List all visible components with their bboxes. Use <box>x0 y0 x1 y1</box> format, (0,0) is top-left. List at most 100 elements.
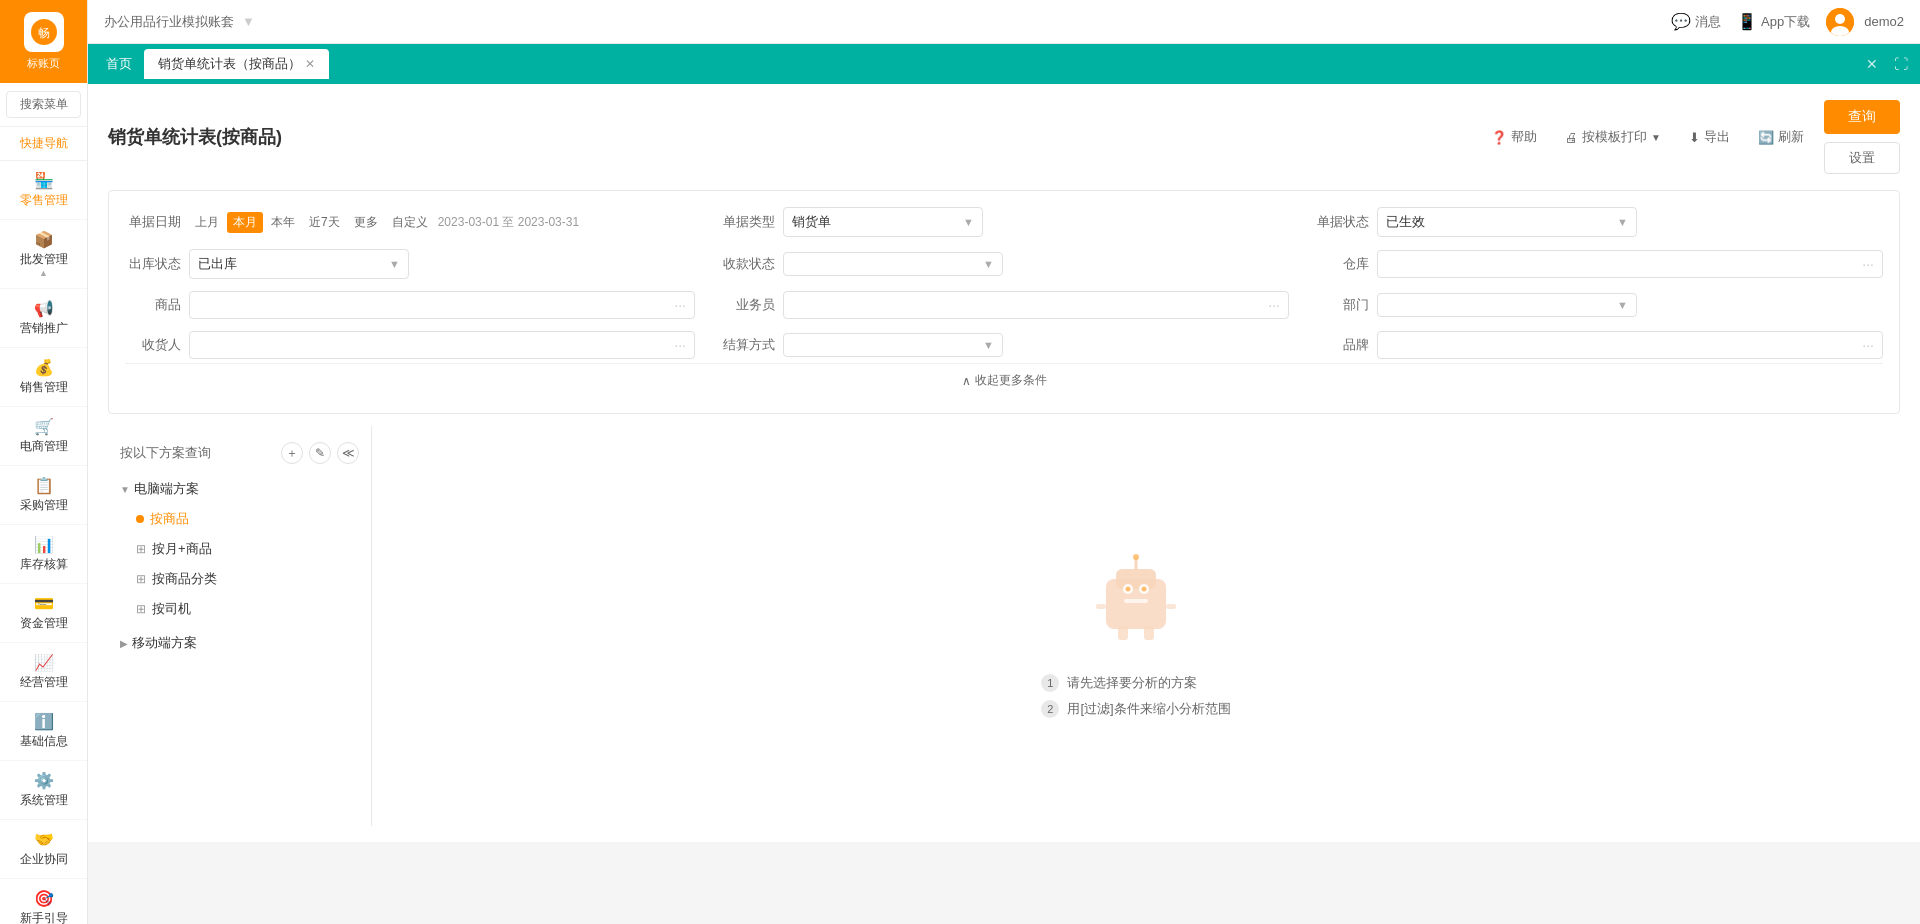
goods-dots-button[interactable]: ··· <box>674 297 686 313</box>
grid-icon-1: ⊞ <box>136 542 146 556</box>
quick-nav-button[interactable]: 快捷导航 <box>0 127 87 161</box>
app-download-button[interactable]: 📱 App下载 <box>1737 12 1810 31</box>
dept-select[interactable]: ▼ <box>1377 293 1637 317</box>
logo-text: 标账页 <box>27 56 60 71</box>
stock-select[interactable]: 已出库 ▼ <box>189 249 409 279</box>
newbie-icon: 🎯 <box>34 889 54 908</box>
tree-item-by-goods[interactable]: 按商品 <box>108 504 371 534</box>
settings-button[interactable]: 设置 <box>1824 142 1900 174</box>
collapse-bar[interactable]: ∧ 收起更多条件 <box>125 363 1883 397</box>
staff-label: 业务员 <box>719 296 775 314</box>
receiver-label: 收货人 <box>125 336 181 354</box>
dept-label: 部门 <box>1313 296 1369 314</box>
tab-home[interactable]: 首页 <box>96 49 142 79</box>
maximize-button[interactable]: ⛶ <box>1890 52 1912 76</box>
sidebar-item-label: 经营管理 <box>20 674 68 691</box>
goods-input[interactable]: ··· <box>189 291 695 319</box>
sidebar-item-sales[interactable]: 💰 销售管理 <box>0 348 87 407</box>
print-icon: 🖨 <box>1565 130 1578 145</box>
sidebar-item-marketing[interactable]: 📢 营销推广 <box>0 289 87 348</box>
finance-icon: 💳 <box>34 594 54 613</box>
print-dropdown-icon: ▼ <box>1651 132 1661 143</box>
sidebar-item-newbie[interactable]: 🎯 新手引导 <box>0 879 87 924</box>
type-select[interactable]: 销货单 ▼ <box>783 207 983 237</box>
payment-select[interactable]: ▼ <box>783 333 1003 357</box>
add-scheme-button[interactable]: ＋ <box>281 442 303 464</box>
message-icon: 💬 <box>1671 12 1691 31</box>
warehouse-dots-button[interactable]: ··· <box>1862 256 1874 272</box>
filter-receiver: 收货人 ··· <box>125 331 695 359</box>
sidebar-item-label: 批发管理 <box>20 251 68 268</box>
tree-item-by-category[interactable]: ⊞ 按商品分类 <box>108 564 371 594</box>
tree-expand-icon: ▼ <box>120 484 130 495</box>
collapse-panel-button[interactable]: ≪ <box>337 442 359 464</box>
brand-dots-button[interactable]: ··· <box>1862 337 1874 353</box>
print-button[interactable]: 🖨 按模板打印 ▼ <box>1557 124 1669 150</box>
staff-dots-button[interactable]: ··· <box>1268 297 1280 313</box>
sidebar-item-ecommerce[interactable]: 🛒 电商管理 <box>0 407 87 466</box>
stock-control: 已出库 ▼ <box>189 249 695 279</box>
sidebar-item-finance[interactable]: 💳 资金管理 <box>0 584 87 643</box>
warehouse-input[interactable]: ··· <box>1377 250 1883 278</box>
filter-row-3: 商品 ··· 业务员 ··· <box>125 291 1883 319</box>
search-menu-button[interactable]: 搜索菜单 <box>6 91 81 118</box>
tree-item-by-month-goods[interactable]: ⊞ 按月+商品 <box>108 534 371 564</box>
print-label: 按模板打印 <box>1582 128 1647 146</box>
content-area: 按以下方案查询 ＋ ✎ ≪ ▼ 电脑端方案 <box>108 426 1900 826</box>
retail-icon: 🏪 <box>34 171 54 190</box>
edit-scheme-button[interactable]: ✎ <box>309 442 331 464</box>
receipt-dropdown-icon: ▼ <box>983 258 994 270</box>
message-label: 消息 <box>1695 13 1721 31</box>
receiver-input[interactable]: ··· <box>189 331 695 359</box>
expand-icon: ▲ <box>39 268 48 278</box>
dept-control: ▼ <box>1377 293 1883 317</box>
date-tab-more[interactable]: 更多 <box>348 212 384 233</box>
tree-label-by-goods: 按商品 <box>150 510 189 528</box>
refresh-button[interactable]: 🔄 刷新 <box>1750 124 1812 150</box>
svg-point-3 <box>1835 14 1845 24</box>
breadcrumb-arrow: ▼ <box>242 14 255 29</box>
tree-item-mobile[interactable]: ▶ 移动端方案 <box>108 628 371 658</box>
purchase-icon: 📋 <box>34 476 54 495</box>
basic-icon: ℹ️ <box>34 712 54 731</box>
staff-input[interactable]: ··· <box>783 291 1289 319</box>
tab-sales-stats[interactable]: 销货单统计表（按商品） ✕ <box>144 49 329 79</box>
receiver-dots-button[interactable]: ··· <box>674 337 686 353</box>
close-tab-button[interactable]: ✕ <box>305 57 315 71</box>
left-panel-header: 按以下方案查询 ＋ ✎ ≪ <box>108 436 371 470</box>
filter-warehouse: 仓库 ··· <box>1313 250 1883 278</box>
date-tab-this-month[interactable]: 本月 <box>227 212 263 233</box>
sidebar-item-basic[interactable]: ℹ️ 基础信息 <box>0 702 87 761</box>
date-tab-custom[interactable]: 自定义 <box>386 212 434 233</box>
receipt-select[interactable]: ▼ <box>783 252 1003 276</box>
sidebar-item-wholesale[interactable]: 📦 批发管理 ▲ <box>0 220 87 289</box>
query-button[interactable]: 查询 <box>1824 100 1900 134</box>
sidebar-item-operation[interactable]: 📈 经营管理 <box>0 643 87 702</box>
help-button[interactable]: ❓ 帮助 <box>1483 124 1545 150</box>
tree-item-pc[interactable]: ▼ 电脑端方案 <box>108 474 371 504</box>
sidebar-item-purchase[interactable]: 📋 采购管理 <box>0 466 87 525</box>
svg-rect-16 <box>1118 626 1128 640</box>
tree-item-by-cashier[interactable]: ⊞ 按司机 <box>108 594 371 624</box>
brand-input[interactable]: ··· <box>1377 331 1883 359</box>
breadcrumb: 办公用品行业模拟账套 <box>104 13 234 31</box>
brand-control: ··· <box>1377 331 1883 359</box>
filter-dept: 部门 ▼ <box>1313 293 1883 317</box>
page-title-bar: 销货单统计表(按商品) ❓ 帮助 🖨 按模板打印 ▼ ⬇ 导出 <box>108 100 1900 174</box>
date-tab-this-year[interactable]: 本年 <box>265 212 301 233</box>
message-button[interactable]: 💬 消息 <box>1671 12 1721 31</box>
goods-control: ··· <box>189 291 695 319</box>
status-select[interactable]: 已生效 ▼ <box>1377 207 1637 237</box>
export-button[interactable]: ⬇ 导出 <box>1681 124 1738 150</box>
date-tab-prev-month[interactable]: 上月 <box>189 212 225 233</box>
sidebar-item-retail[interactable]: 🏪 零售管理 <box>0 161 87 220</box>
user-profile[interactable]: demo2 <box>1826 8 1904 36</box>
stock-label: 出库状态 <box>125 255 181 273</box>
sidebar-item-inventory[interactable]: 📊 库存核算 <box>0 525 87 584</box>
minimize-button[interactable]: ✕ <box>1862 52 1882 76</box>
date-tab-7days[interactable]: 近7天 <box>303 212 346 233</box>
date-tabs: 上月 本月 本年 近7天 更多 自定义 <box>189 212 434 233</box>
sidebar-item-enterprise[interactable]: 🤝 企业协同 <box>0 820 87 879</box>
sidebar-item-system[interactable]: ⚙️ 系统管理 <box>0 761 87 820</box>
tree-label-by-cashier: 按司机 <box>152 600 191 618</box>
